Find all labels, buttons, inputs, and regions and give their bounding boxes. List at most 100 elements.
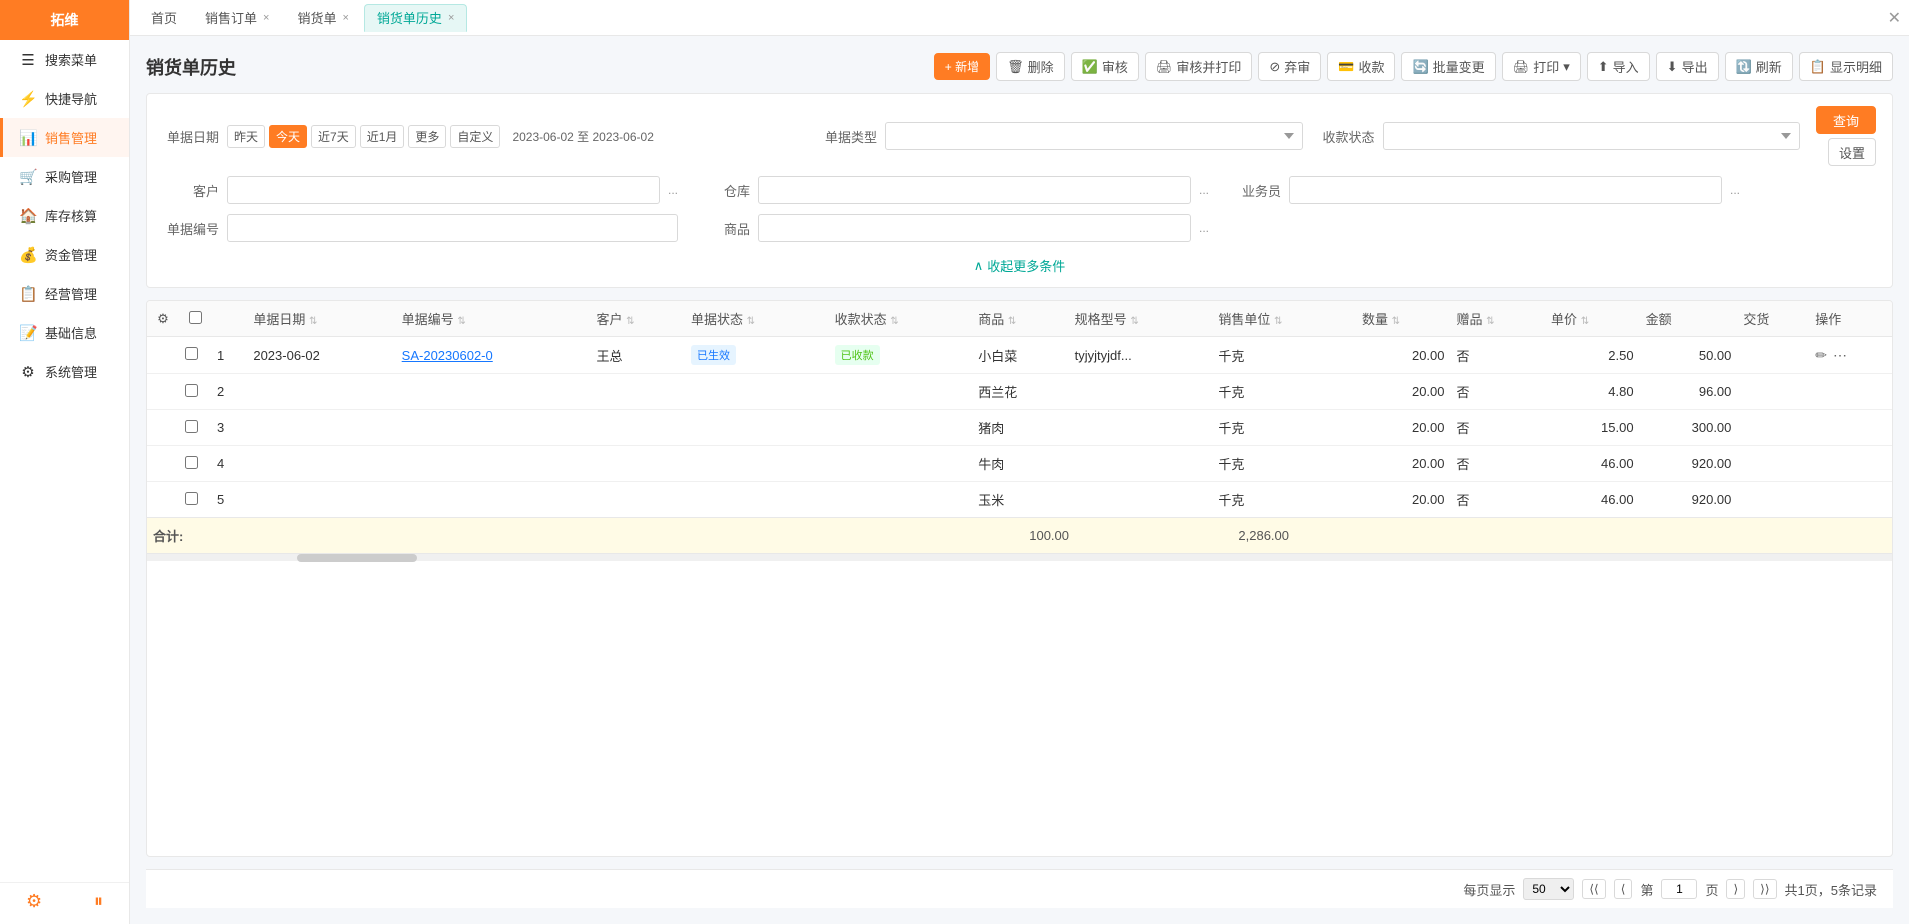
goods-picker-icon[interactable]: ... (1199, 221, 1209, 235)
date-btn-more[interactable]: 更多 (408, 125, 446, 148)
set-button[interactable]: 设置 (1828, 138, 1876, 166)
batch-change-button[interactable]: 🔄 批量变更 (1401, 52, 1495, 81)
sort-doc-no-icon[interactable]: ⇅ (457, 316, 465, 327)
salesperson-input[interactable] (1289, 176, 1722, 204)
first-page-button[interactable]: ⟨⟨ (1582, 879, 1605, 899)
customer-input[interactable] (227, 176, 660, 204)
sidebar-item-sys-mgmt[interactable]: ⚙ 系统管理 (0, 352, 129, 391)
sidebar-item-sales-mgmt[interactable]: 📊 销售管理 (0, 118, 129, 157)
sidebar-item-inventory[interactable]: 🏠 库存核算 (0, 196, 129, 235)
tab-sales-order-close[interactable]: × (263, 12, 269, 24)
customer-picker-icon[interactable]: ... (668, 183, 678, 197)
sidebar-collapse-icon[interactable]: ⏸ (94, 891, 103, 912)
tab-sales-order[interactable]: 销售订单 × (192, 4, 282, 32)
tab-sales-history-close[interactable]: × (448, 12, 454, 24)
tab-sales-delivery[interactable]: 销货单 × (284, 4, 361, 32)
date-btn-custom[interactable]: 自定义 (450, 125, 500, 148)
goods-input[interactable] (758, 214, 1191, 242)
payment-status-select[interactable] (1383, 122, 1801, 150)
quick-nav-icon: ⚡ (19, 90, 37, 108)
page-number-input[interactable] (1661, 879, 1697, 899)
last-page-button[interactable]: ⟩⟩ (1753, 879, 1776, 899)
new-button[interactable]: + 新增 (934, 53, 990, 80)
pagination-bar: 每页显示 50 100 ⟨⟨ ⟨ 第 页 ⟩ ⟩⟩ 共1页，5条记录 (146, 869, 1893, 908)
doc-type-select[interactable] (885, 122, 1303, 150)
main-content: 首页 销售订单 × 销货单 × 销货单历史 × ✕ 销货单历史 + 新增 🗑 删… (130, 0, 1909, 924)
sort-goods-icon[interactable]: ⇅ (1008, 316, 1016, 327)
td-customer (590, 482, 685, 518)
refresh-button[interactable]: 🔃 刷新 (1725, 52, 1793, 81)
sidebar-item-label: 资金管理 (45, 245, 97, 264)
review-button[interactable]: ✅ 审核 (1071, 52, 1139, 81)
sort-unit-price-icon[interactable]: ⇅ (1581, 316, 1589, 327)
row-checkbox[interactable] (185, 347, 198, 360)
sidebar-item-quick-nav[interactable]: ⚡ 快捷导航 (0, 79, 129, 118)
td-spec-type (1069, 482, 1213, 518)
next-page-button[interactable]: ⟩ (1726, 879, 1745, 899)
sort-payment-status-icon[interactable]: ⇅ (890, 316, 898, 327)
sort-sales-unit-icon[interactable]: ⇅ (1274, 316, 1282, 327)
sort-doc-date-icon[interactable]: ⇅ (309, 316, 317, 327)
delete-button[interactable]: 🗑 删除 (996, 52, 1065, 81)
sidebar-settings-icon[interactable]: ⚙ (26, 891, 42, 912)
print-button[interactable]: 🖨 打印 ▾ (1502, 52, 1581, 81)
export-button[interactable]: ⬇ 导出 (1656, 52, 1719, 81)
td-checkbox (179, 446, 211, 482)
scroll-thumb[interactable] (297, 554, 417, 562)
query-button[interactable]: 查询 (1816, 106, 1876, 134)
td-operation (1809, 410, 1892, 446)
horizontal-scrollbar[interactable] (147, 553, 1892, 561)
prev-page-button[interactable]: ⟨ (1614, 879, 1633, 899)
total-info: 共1页，5条记录 (1785, 880, 1877, 899)
row-checkbox[interactable] (185, 420, 198, 433)
show-detail-button[interactable]: 📋 显示明细 (1799, 52, 1893, 81)
date-btn-yesterday[interactable]: 昨天 (227, 125, 265, 148)
sidebar-item-basic-info[interactable]: 📝 基础信息 (0, 313, 129, 352)
date-btn-7days[interactable]: 近7天 (311, 125, 356, 148)
collect-button[interactable]: 💳 收款 (1327, 52, 1395, 81)
sort-customer-icon[interactable]: ⇅ (626, 316, 634, 327)
warehouse-picker-icon[interactable]: ... (1199, 183, 1209, 197)
filter-panel: 单据日期 昨天 今天 近7天 近1月 更多 自定义 2023-06-02 至 2… (146, 93, 1893, 288)
td-doc-status: 已生效 (685, 337, 829, 374)
select-all-checkbox[interactable] (189, 311, 202, 324)
page-size-select[interactable]: 50 100 (1523, 878, 1574, 900)
abandon-button[interactable]: ⊘ 弃审 (1258, 52, 1321, 81)
td-transaction (1737, 410, 1809, 446)
import-button[interactable]: ⬆ 导入 (1587, 52, 1650, 81)
sort-quantity-icon[interactable]: ⇅ (1392, 316, 1400, 327)
doc-no-link[interactable]: SA-20230602-0 (402, 348, 493, 363)
tab-sales-delivery-close[interactable]: × (342, 12, 348, 24)
th-payment-status: 收款状态 ⇅ (829, 301, 973, 337)
tab-sales-history[interactable]: 销货单历史 × (364, 4, 467, 32)
sort-spec-type-icon[interactable]: ⇅ (1130, 316, 1138, 327)
td-doc-no (396, 374, 591, 410)
date-btn-1month[interactable]: 近1月 (360, 125, 405, 148)
row-checkbox[interactable] (185, 492, 198, 505)
th-unit-price: 单价 ⇅ (1545, 301, 1640, 337)
sort-gift-icon[interactable]: ⇅ (1486, 316, 1494, 327)
filter-more-btn[interactable]: ∧ 收起更多条件 (974, 256, 1066, 275)
td-amount: 50.00 (1640, 337, 1738, 374)
tab-home[interactable]: 首页 (138, 4, 190, 32)
row-checkbox[interactable] (185, 456, 198, 469)
gear-icon[interactable]: ⚙ (157, 311, 169, 326)
sidebar-item-finance-mgmt[interactable]: 💰 资金管理 (0, 235, 129, 274)
sidebar-item-purchase-mgmt[interactable]: 🛒 采购管理 (0, 157, 129, 196)
salesperson-picker-icon[interactable]: ... (1730, 183, 1740, 197)
td-quantity: 20.00 (1356, 410, 1451, 446)
sort-doc-status-icon[interactable]: ⇅ (747, 316, 755, 327)
doc-no-input[interactable] (227, 214, 678, 242)
sidebar-item-ops-mgmt[interactable]: 📋 经营管理 (0, 274, 129, 313)
export-icon: ⬇ (1667, 59, 1678, 75)
review-print-button[interactable]: 🖨 审核并打印 (1145, 52, 1253, 81)
tab-bar-close-all[interactable]: ✕ (1888, 8, 1901, 28)
date-btn-today[interactable]: 今天 (269, 125, 307, 148)
more-icon[interactable]: ⋯ (1833, 347, 1847, 364)
warehouse-input[interactable] (758, 176, 1191, 204)
sidebar-item-label: 搜索菜单 (45, 50, 97, 69)
sidebar-item-search-menu[interactable]: ☰ 搜索菜单 (0, 40, 129, 79)
edit-icon[interactable]: ✏ (1815, 347, 1827, 364)
row-checkbox[interactable] (185, 384, 198, 397)
td-unit-price: 15.00 (1545, 410, 1640, 446)
